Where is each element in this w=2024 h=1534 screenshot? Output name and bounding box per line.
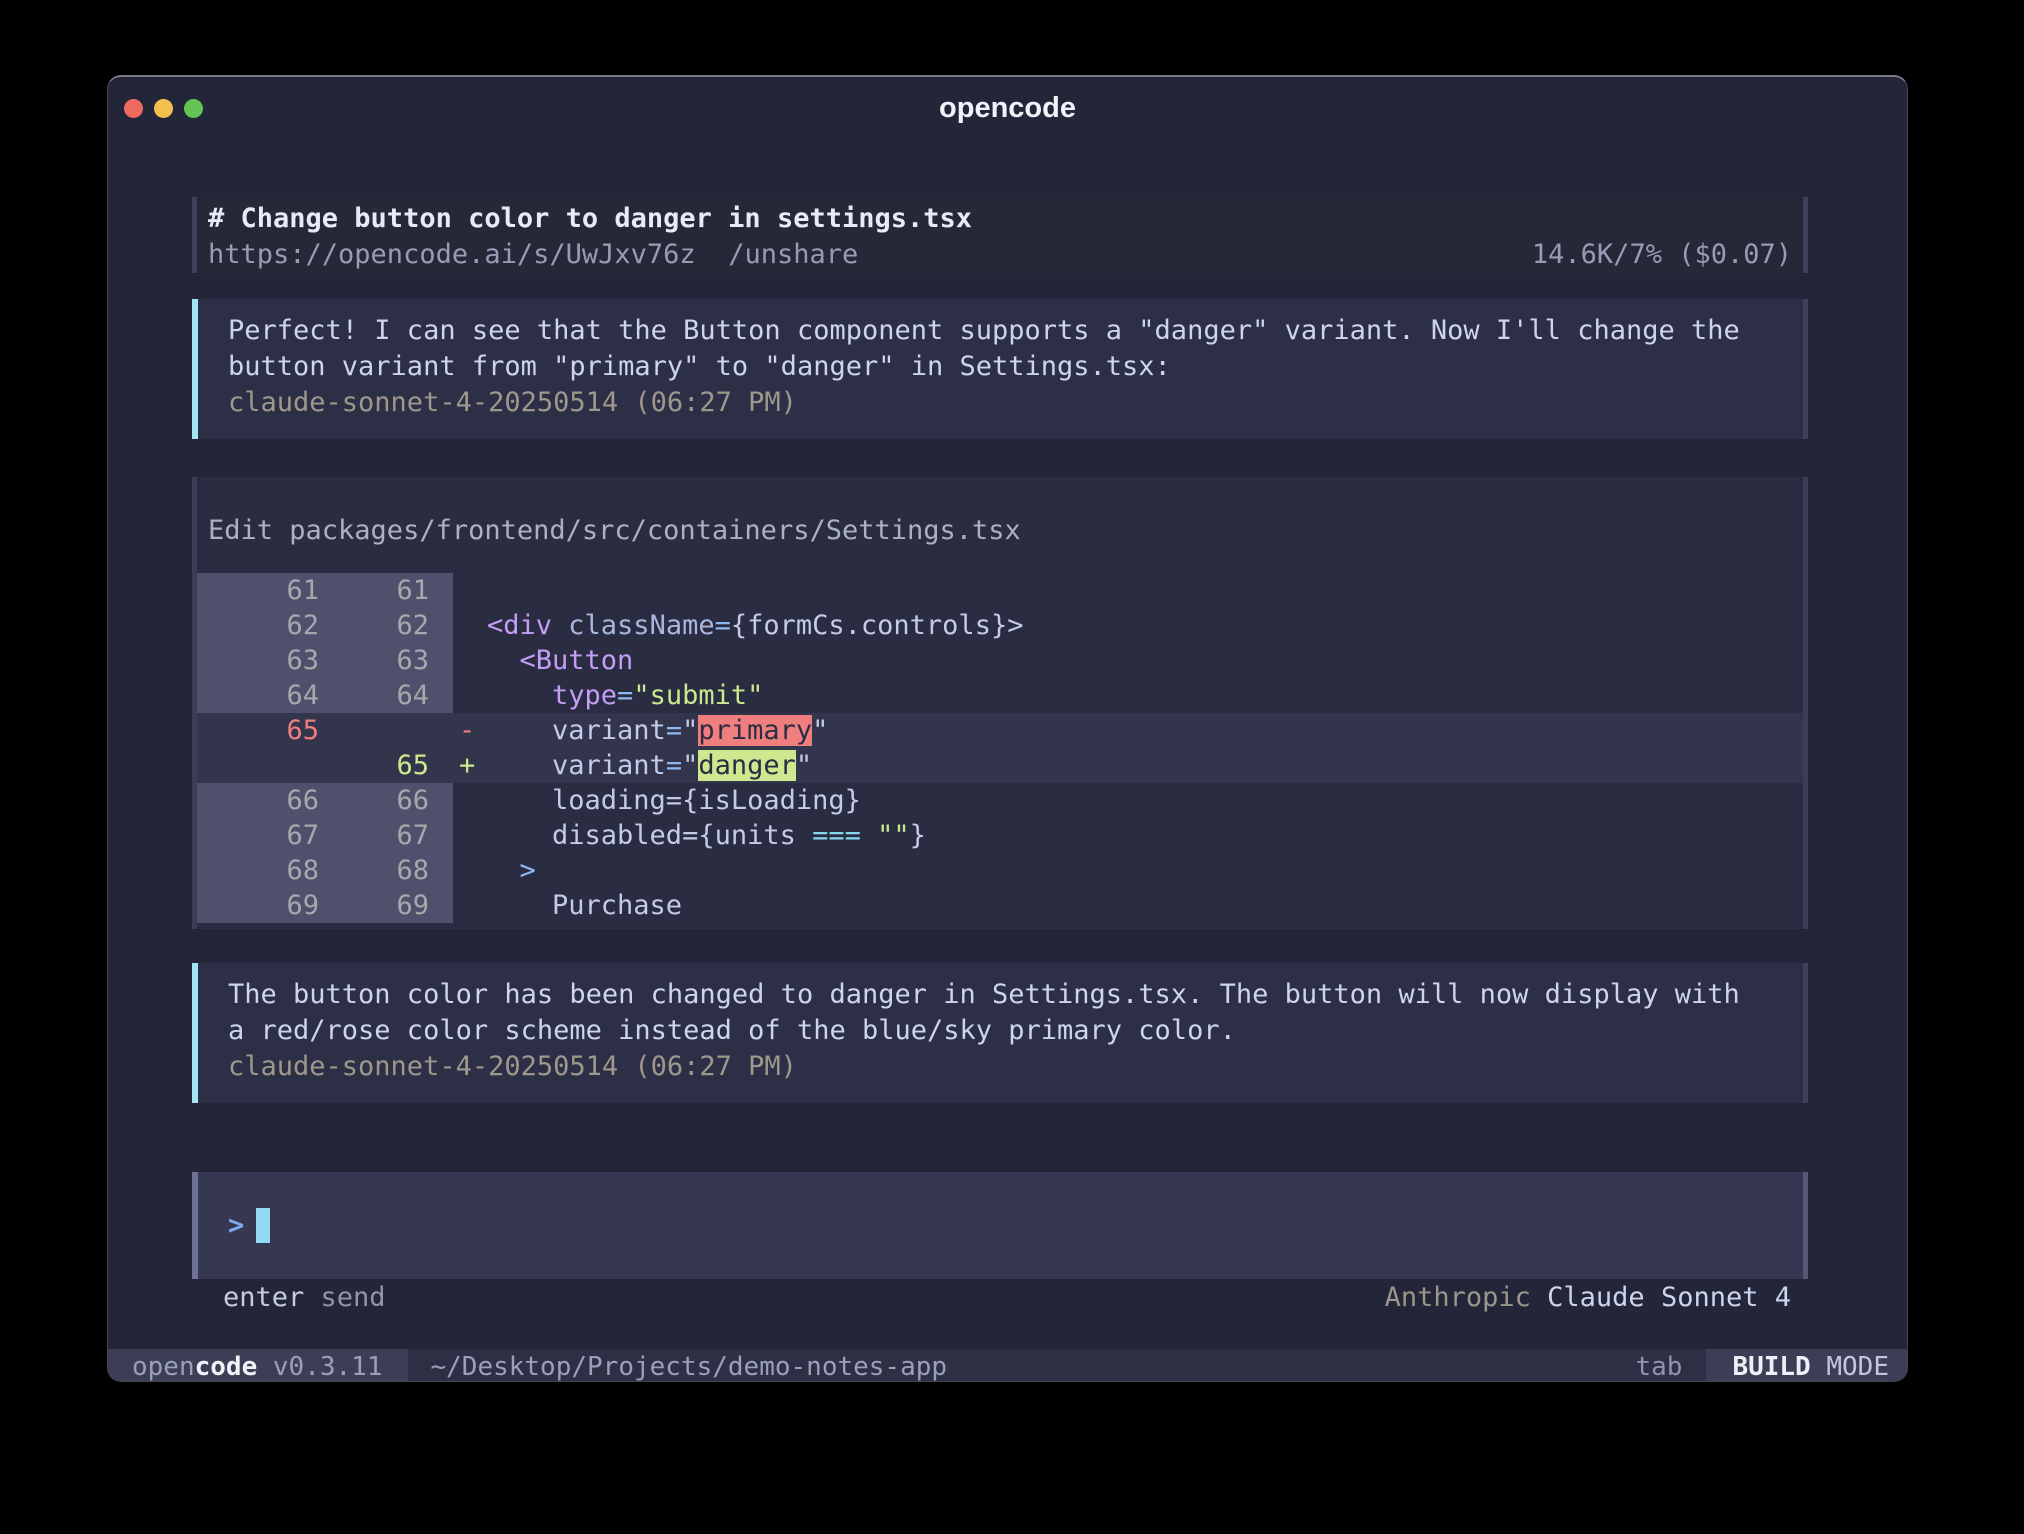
diff-row-added: 65+ variant="danger" [197, 748, 1803, 783]
new-line-number: 69 [319, 888, 429, 923]
titlebar: opencode [108, 77, 1907, 139]
diff-row: 6969 Purchase [197, 888, 1803, 923]
working-directory: ~/Desktop/Projects/demo-notes-app [430, 1352, 947, 1382]
edit-diff-panel: Edit packages/frontend/src/containers/Se… [192, 477, 1808, 929]
opencode-window: opencode # Change button color to danger… [107, 75, 1908, 1382]
session-title: # Change button color to danger in setti… [208, 201, 1792, 237]
send-hint: enter send [223, 1280, 386, 1316]
diff-table: 6161 6262<div className={formCs.controls… [197, 573, 1803, 923]
prompt-input[interactable]: > [192, 1172, 1808, 1279]
deletion-sign: - [453, 713, 487, 748]
old-line-number: 68 [197, 853, 319, 888]
text-cursor [256, 1208, 270, 1243]
message-line: Perfect! I can see that the Button compo… [228, 313, 1808, 349]
new-line-number: 66 [319, 783, 429, 818]
diff-row: 6363 <Button [197, 643, 1803, 678]
assistant-message: Perfect! I can see that the Button compo… [192, 299, 1808, 439]
deleted-value: primary [698, 715, 812, 746]
old-line-number: 65 [197, 713, 319, 748]
message-line: The button color has been changed to dan… [228, 977, 1808, 1013]
minimize-button[interactable] [154, 99, 173, 118]
old-line-number: 61 [197, 573, 319, 608]
old-line-number: 66 [197, 783, 319, 818]
new-line-number: 68 [319, 853, 429, 888]
status-bar: opencode v0.3.11 ~/Desktop/Projects/demo… [108, 1349, 1908, 1382]
new-line-number: 62 [319, 608, 429, 643]
diff-row: 6464 type="submit" [197, 678, 1803, 713]
old-line-number: 63 [197, 643, 319, 678]
assistant-message: The button color has been changed to dan… [192, 963, 1808, 1103]
zoom-button[interactable] [184, 99, 203, 118]
share-url[interactable]: https://opencode.ai/s/UwJxv76z [208, 237, 696, 273]
new-line-number [319, 713, 429, 748]
old-line-number [197, 748, 319, 783]
diff-file-header: Edit packages/frontend/src/containers/Se… [192, 513, 1808, 549]
diff-row: 6262<div className={formCs.controls}> [197, 608, 1803, 643]
message-line: button variant from "primary" to "danger… [228, 349, 1808, 385]
new-line-number: 67 [319, 818, 429, 853]
added-value: danger [698, 750, 796, 781]
addition-sign: + [453, 748, 487, 783]
diff-row: 6161 [197, 573, 1803, 608]
prompt-symbol: > [228, 1210, 244, 1241]
diff-row: 6868 > [197, 853, 1803, 888]
model-timestamp: claude-sonnet-4-20250514 (06:27 PM) [228, 1049, 1808, 1085]
model-indicator: Anthropic Claude Sonnet 4 [1385, 1280, 1791, 1316]
diff-row-deleted: 65- variant="primary" [197, 713, 1803, 748]
tab-key-hint: tab [1635, 1352, 1682, 1382]
diff-row: 6666 loading={isLoading} [197, 783, 1803, 818]
new-line-number: 61 [319, 573, 429, 608]
close-button[interactable] [124, 99, 143, 118]
traffic-lights [124, 77, 203, 139]
new-line-number: 65 [319, 748, 429, 783]
diff-row: 6767 disabled={units === ""} [197, 818, 1803, 853]
session-header: # Change button color to danger in setti… [192, 197, 1808, 273]
unshare-command: /unshare [728, 237, 858, 273]
message-line: a red/rose color scheme instead of the b… [228, 1013, 1808, 1049]
window-title: opencode [939, 92, 1076, 125]
old-line-number: 62 [197, 608, 319, 643]
new-line-number: 64 [319, 678, 429, 713]
token-cost-stats: 14.6K/7% ($0.07) [1532, 237, 1792, 273]
new-line-number: 63 [319, 643, 429, 678]
hints-row: enter send Anthropic Claude Sonnet 4 [192, 1280, 1808, 1316]
old-line-number: 64 [197, 678, 319, 713]
app-version-chip: opencode v0.3.11 [108, 1349, 408, 1382]
build-mode-chip[interactable]: BUILD MODE [1706, 1349, 1908, 1382]
old-line-number: 69 [197, 888, 319, 923]
gap [696, 237, 729, 273]
model-timestamp: claude-sonnet-4-20250514 (06:27 PM) [228, 385, 1808, 421]
old-line-number: 67 [197, 818, 319, 853]
